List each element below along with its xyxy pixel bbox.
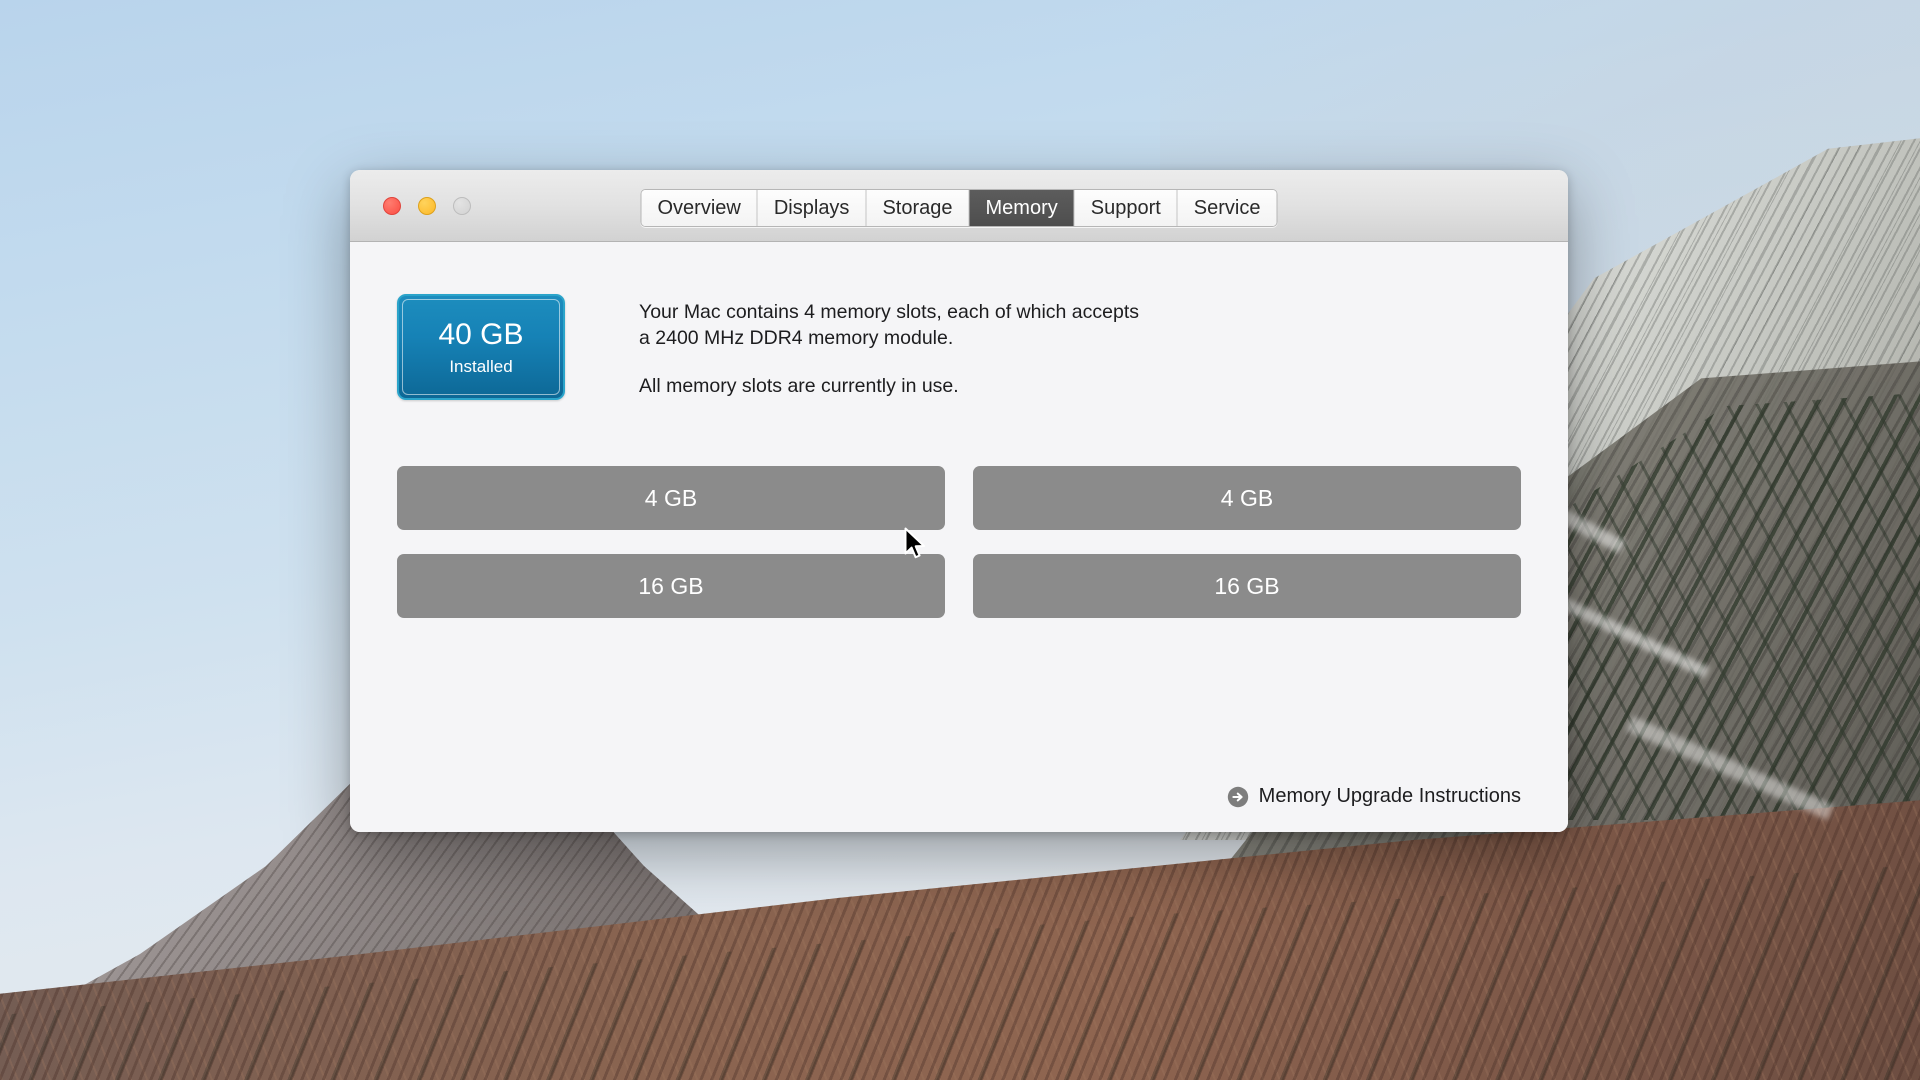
window-titlebar[interactable]: Overview Displays Storage Memory Support… bbox=[350, 170, 1568, 242]
memory-status-text: All memory slots are currently in use. bbox=[639, 374, 959, 397]
memory-slot-grid: 4 GB 4 GB 16 GB 16 GB bbox=[350, 466, 1568, 618]
tab-storage[interactable]: Storage bbox=[866, 190, 970, 226]
memory-slot-2[interactable]: 4 GB bbox=[973, 466, 1521, 530]
about-this-mac-window[interactable]: Overview Displays Storage Memory Support… bbox=[350, 170, 1568, 832]
memory-upgrade-link[interactable]: Memory Upgrade Instructions bbox=[1227, 785, 1521, 808]
memory-pane: 40 GB Installed Your Mac contains 4 memo… bbox=[350, 242, 1568, 832]
memory-summary-row: 40 GB Installed Your Mac contains 4 memo… bbox=[350, 242, 1568, 400]
installed-memory-size: 40 GB bbox=[438, 317, 524, 351]
memory-description-line-2: a 2400 MHz DDR4 memory module. bbox=[639, 326, 954, 349]
memory-slot-1[interactable]: 4 GB bbox=[397, 466, 945, 530]
minimize-button[interactable] bbox=[418, 197, 436, 215]
memory-description-line-1: Your Mac contains 4 memory slots, each o… bbox=[639, 301, 1140, 323]
memory-upgrade-link-label: Memory Upgrade Instructions bbox=[1258, 785, 1521, 807]
installed-memory-label: Installed bbox=[449, 356, 513, 376]
close-button[interactable] bbox=[383, 197, 401, 215]
tab-service[interactable]: Service bbox=[1177, 190, 1277, 226]
tab-memory[interactable]: Memory bbox=[969, 190, 1075, 226]
tab-support[interactable]: Support bbox=[1074, 190, 1178, 226]
memory-slot-3[interactable]: 16 GB bbox=[397, 554, 945, 618]
window-controls bbox=[383, 197, 471, 215]
tab-bar: Overview Displays Storage Memory Support… bbox=[640, 189, 1278, 227]
zoom-button[interactable] bbox=[453, 197, 471, 215]
memory-description: Your Mac contains 4 memory slots, each o… bbox=[639, 294, 1139, 400]
tab-overview[interactable]: Overview bbox=[641, 190, 758, 226]
arrow-right-circle-icon bbox=[1227, 786, 1248, 807]
memory-description-paragraph: Your Mac contains 4 memory slots, each o… bbox=[639, 300, 1139, 352]
installed-memory-badge: 40 GB Installed bbox=[397, 294, 565, 400]
tab-displays[interactable]: Displays bbox=[757, 190, 867, 226]
memory-slot-4[interactable]: 16 GB bbox=[973, 554, 1521, 618]
